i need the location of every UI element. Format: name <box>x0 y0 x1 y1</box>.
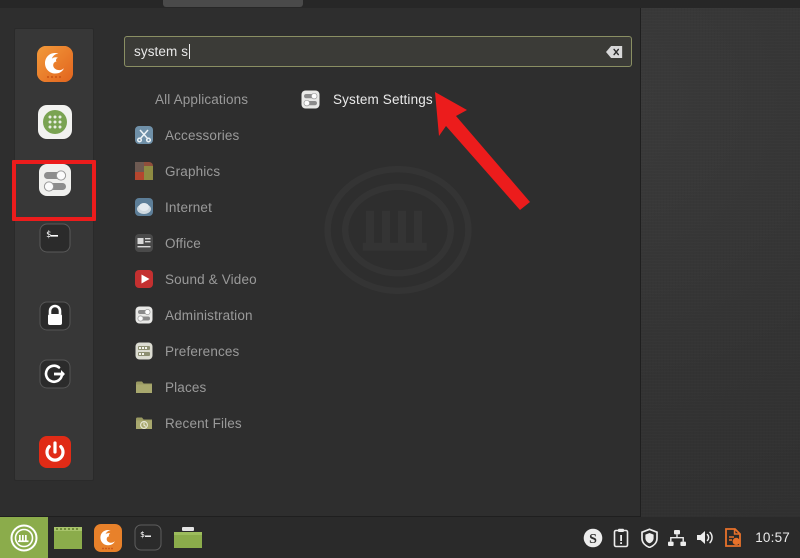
graphics-icon <box>135 162 153 180</box>
list-item-label: System Settings <box>333 91 433 107</box>
internet-icon <box>135 198 153 216</box>
svg-text:$: $ <box>46 230 51 240</box>
tray-item-network[interactable] <box>664 517 690 558</box>
speaker-icon <box>696 531 713 544</box>
category-graphics[interactable]: Graphics <box>124 153 289 189</box>
category-label: Accessories <box>165 127 240 143</box>
category-label: All Applications <box>155 91 249 107</box>
tray-item-firewall[interactable] <box>636 517 662 558</box>
accessories-icon <box>135 126 153 144</box>
launcher-terminal[interactable]: $ <box>128 517 168 558</box>
terminal-icon: $ <box>39 223 71 253</box>
places-icon <box>136 381 152 393</box>
shield-icon <box>640 527 658 548</box>
svg-text:$: $ <box>140 530 145 539</box>
software-manager-icon <box>38 105 72 139</box>
category-preferences[interactable]: Preferences <box>124 333 289 369</box>
office-icon <box>135 234 153 252</box>
application-results-list: System Settings <box>300 81 600 117</box>
firefox-icon <box>94 523 122 552</box>
sidebar-item-terminal[interactable]: $ <box>15 209 95 267</box>
skype-icon: S <box>583 528 603 547</box>
category-label: Administration <box>165 307 253 323</box>
svg-text:S: S <box>589 532 597 547</box>
sidebar-item-log-out[interactable] <box>15 345 95 403</box>
search-input[interactable]: system s <box>124 36 632 67</box>
category-administration[interactable]: Administration <box>124 297 289 333</box>
tray-item-skype[interactable]: S <box>580 517 606 558</box>
sidebar-item-firefox[interactable] <box>15 35 95 93</box>
firefox-icon <box>37 46 73 82</box>
category-label: Office <box>165 235 201 251</box>
clear-text-icon[interactable] <box>606 45 623 59</box>
tray-item-volume[interactable] <box>692 517 718 558</box>
category-sound-video[interactable]: Sound & Video <box>124 261 289 297</box>
preferences-icon <box>135 342 153 360</box>
sidebar-item-quit[interactable] <box>15 423 95 481</box>
show-desktop-icon <box>54 526 82 549</box>
category-label: Places <box>165 379 207 395</box>
category-all-applications[interactable]: All Applications <box>124 81 289 117</box>
favorites-sidebar: $ <box>14 28 94 481</box>
mint-menu-button[interactable] <box>0 517 48 558</box>
category-label: Sound & Video <box>165 271 257 287</box>
system-settings-icon <box>39 164 71 196</box>
category-accessories[interactable]: Accessories <box>124 117 289 153</box>
category-office[interactable]: Office <box>124 225 289 261</box>
lock-icon <box>39 301 71 331</box>
application-menu: $ system s All Applications Accessories … <box>0 8 641 517</box>
show-desktop-button[interactable] <box>48 517 88 558</box>
top-strip <box>0 0 800 8</box>
text-caret <box>189 44 191 59</box>
category-recent-files[interactable]: Recent Files <box>124 405 289 441</box>
network-icon <box>668 529 687 546</box>
update-manager-icon <box>725 528 742 547</box>
logout-icon <box>39 359 71 389</box>
power-icon <box>39 436 71 468</box>
administration-icon <box>135 306 153 324</box>
category-label: Recent Files <box>165 415 242 431</box>
sidebar-item-software-manager[interactable] <box>15 93 95 151</box>
files-folder-icon <box>174 526 202 548</box>
sidebar-item-lock-screen[interactable] <box>15 287 95 345</box>
category-label: Graphics <box>165 163 221 179</box>
list-item-system-settings[interactable]: System Settings <box>300 81 600 117</box>
launcher-files[interactable] <box>168 517 208 558</box>
clock[interactable]: 10:57 <box>755 530 790 545</box>
mint-logo-watermark <box>324 166 472 294</box>
tray-item-update-manager[interactable] <box>720 517 746 558</box>
taskbar-panel: $ S 10:57 <box>0 517 800 558</box>
sidebar-item-system-settings[interactable] <box>15 151 95 209</box>
launcher-firefox[interactable] <box>88 517 128 558</box>
tray-item-clipboard[interactable] <box>608 517 634 558</box>
system-tray: S 10:57 <box>580 517 794 558</box>
category-internet[interactable]: Internet <box>124 189 289 225</box>
category-places[interactable]: Places <box>124 369 289 405</box>
top-strip-tab <box>163 0 303 7</box>
search-input-value: system s <box>134 44 189 59</box>
category-list: All Applications Accessories Graphics In… <box>124 81 289 441</box>
system-settings-icon <box>301 90 320 108</box>
mint-logo-icon <box>10 524 38 551</box>
screen: $ system s All Applications Accessories … <box>0 0 800 558</box>
terminal-icon: $ <box>134 524 162 550</box>
sound-video-icon <box>135 270 153 288</box>
clipboard-alert-icon <box>613 528 629 547</box>
category-label: Internet <box>165 199 212 215</box>
category-label: Preferences <box>165 343 240 359</box>
recent-files-icon <box>136 417 152 429</box>
